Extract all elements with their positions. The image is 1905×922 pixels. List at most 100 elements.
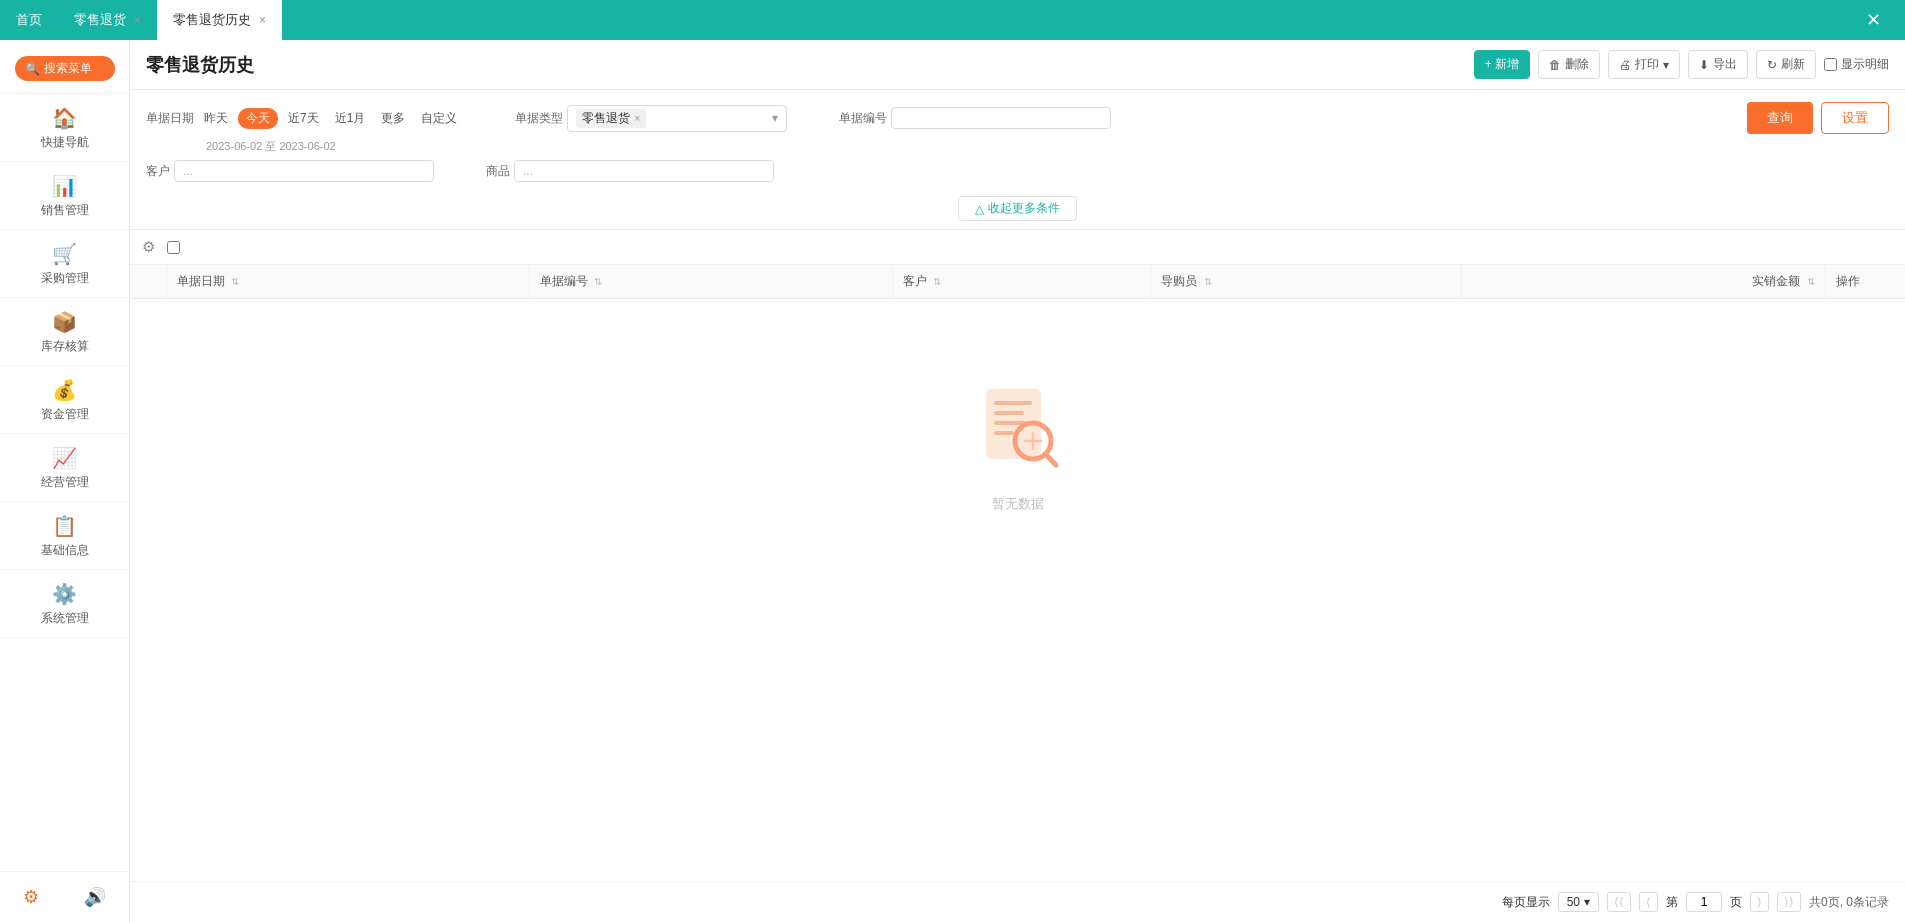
- type-filter-select[interactable]: 零售退货 × ▾: [567, 105, 787, 132]
- th-amount-sort-icon: ⇅: [1807, 276, 1815, 287]
- bill-number-input[interactable]: [891, 107, 1111, 129]
- tab-retail-return-history-close[interactable]: ×: [259, 13, 266, 27]
- sidebar-item-purchase[interactable]: 🛒 采购管理: [0, 230, 129, 298]
- settings-bottom-icon[interactable]: ⚙: [13, 882, 49, 912]
- th-customer[interactable]: 客户 ⇅: [892, 265, 1151, 299]
- sidebar-item-finance-label: 资金管理: [41, 406, 89, 423]
- date-btn-custom[interactable]: 自定义: [415, 108, 463, 129]
- top-bar: 首页 零售退货 × 零售退货历史 × ✕: [0, 0, 1905, 40]
- th-date[interactable]: 单据日期 ⇅: [166, 265, 529, 299]
- sidebar-item-finance[interactable]: 💰 资金管理: [0, 366, 129, 434]
- page-number-input[interactable]: [1686, 892, 1722, 912]
- sidebar-search-section: 🔍 搜索菜单: [0, 48, 129, 94]
- date-btn-7days[interactable]: 近7天: [282, 108, 325, 129]
- system-icon: ⚙️: [52, 582, 77, 606]
- volume-bottom-icon[interactable]: 🔊: [74, 882, 116, 912]
- page-next-button[interactable]: ⟩: [1750, 892, 1769, 912]
- refresh-label: 刷新: [1781, 56, 1805, 73]
- customer-placeholder: ...: [183, 164, 193, 178]
- type-filter-tag-close[interactable]: ×: [634, 113, 640, 124]
- goods-filter-label: 商品: [486, 163, 510, 180]
- sidebar-item-system[interactable]: ⚙️ 系统管理: [0, 570, 129, 638]
- date-btn-more[interactable]: 更多: [375, 108, 411, 129]
- type-filter-tag-value: 零售退货: [582, 110, 630, 127]
- collapse-label: 收起更多条件: [988, 200, 1060, 217]
- print-label: 打印: [1635, 56, 1659, 73]
- goods-filter-group: 商品 ...: [486, 160, 774, 182]
- sidebar-item-inventory-label: 库存核算: [41, 338, 89, 355]
- date-filter-label: 单据日期: [146, 110, 194, 127]
- delete-button[interactable]: 🗑 删除: [1538, 50, 1600, 79]
- settings-button[interactable]: 设置: [1821, 102, 1889, 134]
- date-btn-yesterday[interactable]: 昨天: [198, 108, 234, 129]
- sidebar-item-quick-nav[interactable]: 🏠 快捷导航: [0, 94, 129, 162]
- table-settings-icon[interactable]: ⚙: [142, 238, 155, 256]
- customer-filter-group: 客户 ...: [146, 160, 434, 182]
- header-actions: + 新增 🗑 删除 🖨 打印 ▾ ⬇ 导出 ↻ 刷新: [1474, 50, 1889, 79]
- tab-retail-return-history[interactable]: 零售退货历史 ×: [157, 0, 282, 40]
- sidebar-item-system-label: 系统管理: [41, 610, 89, 627]
- page-prev-button[interactable]: ⟨: [1639, 892, 1658, 912]
- collapse-icon: △: [975, 202, 984, 216]
- type-select-arrow-icon: ▾: [772, 111, 778, 125]
- tab-retail-return[interactable]: 零售退货 ×: [58, 0, 157, 40]
- select-all-checkbox[interactable]: [167, 241, 180, 254]
- th-bill-no-sort-icon: ⇅: [594, 276, 602, 287]
- sidebar-item-operation[interactable]: 📈 经营管理: [0, 434, 129, 502]
- display-detail-checkbox[interactable]: [1824, 58, 1837, 71]
- th-guide-label: 导购员: [1161, 274, 1197, 288]
- print-button[interactable]: 🖨 打印 ▾: [1608, 50, 1680, 79]
- date-btn-1month[interactable]: 近1月: [329, 108, 372, 129]
- page-first-button[interactable]: ⟨⟨: [1607, 892, 1631, 912]
- per-page-label: 每页显示: [1502, 894, 1550, 911]
- page-label: 第: [1666, 894, 1678, 911]
- table-wrapper: ⚙ 单据日期 ⇅ 单据编号 ⇅: [130, 230, 1905, 881]
- display-detail-toggle[interactable]: 显示明细: [1824, 56, 1889, 73]
- sidebar-item-operation-label: 经营管理: [41, 474, 89, 491]
- query-button[interactable]: 查询: [1747, 102, 1813, 134]
- tab-retail-return-close[interactable]: ×: [134, 13, 141, 27]
- inventory-icon: 📦: [52, 310, 77, 334]
- table-toolbar: ⚙: [130, 230, 1905, 265]
- operation-icon: 📈: [52, 446, 77, 470]
- th-amount-label: 实销金额: [1752, 274, 1800, 288]
- sidebar: 🔍 搜索菜单 🏠 快捷导航 📊 销售管理 🛒 采购管理 📦 库存核算 💰 资金管…: [0, 40, 130, 922]
- th-amount[interactable]: 实销金额 ⇅: [1462, 265, 1825, 299]
- th-checkbox: [130, 265, 166, 299]
- th-bill-no[interactable]: 单据编号 ⇅: [529, 265, 892, 299]
- th-guide[interactable]: 导购员 ⇅: [1151, 265, 1462, 299]
- page-header: 零售退货历史 + 新增 🗑 删除 🖨 打印 ▾ ⬇ 导出: [130, 40, 1905, 90]
- customer-filter-select[interactable]: ...: [174, 160, 434, 182]
- date-btn-today[interactable]: 今天: [238, 108, 278, 129]
- per-page-select[interactable]: 50 ▾: [1558, 892, 1599, 912]
- add-button[interactable]: + 新增: [1474, 50, 1530, 79]
- refresh-icon: ↻: [1767, 58, 1777, 72]
- bill-number-label: 单据编号: [839, 110, 887, 127]
- collapse-button[interactable]: △ 收起更多条件: [958, 196, 1077, 221]
- bill-number-filter-group: 单据编号: [839, 107, 1111, 129]
- page-unit-label: 页: [1730, 894, 1742, 911]
- sidebar-item-base-info[interactable]: 📋 基础信息: [0, 502, 129, 570]
- export-button[interactable]: ⬇ 导出: [1688, 50, 1748, 79]
- tab-retail-return-label: 零售退货: [74, 11, 126, 29]
- search-icon: 🔍: [25, 62, 40, 76]
- tab-retail-return-history-label: 零售退货历史: [173, 11, 251, 29]
- th-customer-sort-icon: ⇅: [933, 276, 941, 287]
- tab-home[interactable]: 首页: [0, 0, 58, 40]
- add-button-label: + 新增: [1485, 56, 1519, 73]
- empty-illustration: [968, 379, 1068, 479]
- sidebar-item-sales[interactable]: 📊 销售管理: [0, 162, 129, 230]
- pagination-total-text: 共0页, 0条记录: [1809, 894, 1889, 911]
- window-close-button[interactable]: ✕: [1858, 9, 1889, 31]
- page-last-button[interactable]: ⟩⟩: [1777, 892, 1801, 912]
- date-filter-group: 单据日期 昨天 今天 近7天 近1月 更多 自定义: [146, 108, 463, 129]
- goods-placeholder: ...: [523, 164, 533, 178]
- sidebar-item-purchase-label: 采购管理: [41, 270, 89, 287]
- delete-label: 删除: [1565, 56, 1589, 73]
- th-action: 操作: [1825, 265, 1905, 299]
- type-filter-label: 单据类型: [515, 110, 563, 127]
- sidebar-item-inventory[interactable]: 📦 库存核算: [0, 298, 129, 366]
- goods-filter-select[interactable]: ...: [514, 160, 774, 182]
- refresh-button[interactable]: ↻ 刷新: [1756, 50, 1816, 79]
- sidebar-search-box[interactable]: 🔍 搜索菜单: [15, 56, 115, 81]
